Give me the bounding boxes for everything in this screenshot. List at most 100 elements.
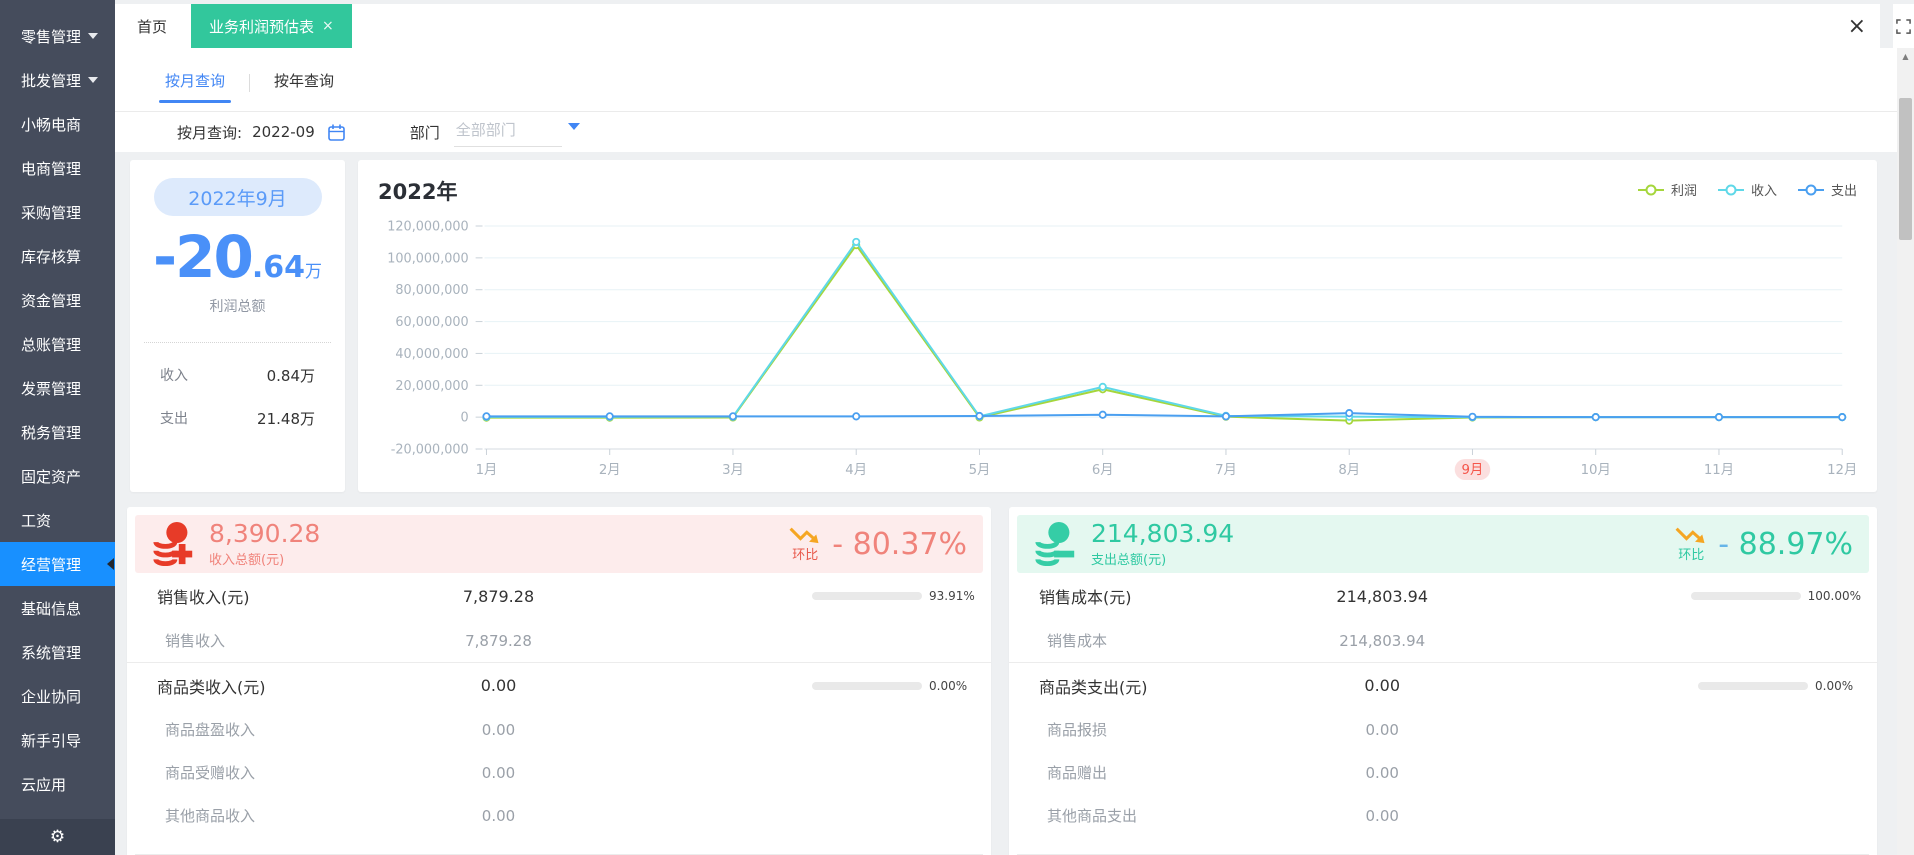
table-row[interactable]: 其他商品支出 0.00 [1009, 794, 1877, 837]
sidebar-item-business-management[interactable]: 经营管理 [0, 542, 115, 586]
tab-close-icon[interactable]: × [322, 19, 334, 33]
row-label: 商品受赠收入 [165, 764, 256, 782]
table-row[interactable]: 商品类支出(元) 0.00 0.00% [1009, 662, 1877, 708]
row-value: 0.00 [1365, 806, 1399, 825]
svg-text:20,000,000: 20,000,000 [395, 379, 468, 394]
sidebar-item-funds[interactable]: 资金管理 [0, 278, 115, 322]
expense-ratio-icon-col: 环比 [1672, 526, 1710, 563]
expense-panel: 214,803.94 支出总额(元) 环比 - 88.97% 销售成本(元) 2… [1009, 507, 1877, 855]
sidebar-item-ecommerce[interactable]: 电商管理 [0, 146, 115, 190]
legend-item-expense[interactable]: 支出 [1797, 180, 1857, 199]
expense-header-texts: 214,803.94 支出总额(元) [1091, 520, 1234, 568]
sidebar-item-beginner-guide[interactable]: 新手引导 [0, 718, 115, 762]
sidebar-item-inventory[interactable]: 库存核算 [0, 234, 115, 278]
vertical-scrollbar[interactable]: ▲ [1897, 48, 1914, 855]
sidebar-item-label: 资金管理 [21, 291, 82, 310]
legend-marker-icon [1797, 184, 1824, 195]
sidebar-item-label: 采购管理 [21, 203, 82, 222]
tab-profit-forecast[interactable]: 业务利润预估表 × [191, 4, 352, 48]
month-picker-value[interactable]: 2022-09 [252, 123, 315, 141]
svg-text:11月: 11月 [1704, 463, 1734, 478]
ratio-number: 88.97% [1738, 526, 1853, 562]
tab-home[interactable]: 首页 [115, 4, 191, 48]
department-label: 部门 [409, 123, 440, 142]
ratio-number: 80.37% [852, 526, 967, 562]
sidebar-item-general-ledger[interactable]: 总账管理 [0, 322, 115, 366]
tab-home-label: 首页 [137, 17, 168, 36]
row-label: 商品盘盈收入 [165, 721, 256, 739]
fullscreen-button[interactable] [1893, 4, 1914, 48]
legend-item-profit[interactable]: 利润 [1637, 180, 1697, 199]
sidebar-item-enterprise-collab[interactable]: 企业协同 [0, 674, 115, 718]
chart-legend: 利润 收入 支出 [1637, 180, 1857, 199]
caret-down-icon [88, 77, 99, 83]
calendar-icon[interactable] [327, 123, 346, 142]
sidebar-item-payroll[interactable]: 工资 [0, 498, 115, 542]
expense-panel-header: 214,803.94 支出总额(元) 环比 - 88.97% [1017, 515, 1869, 573]
svg-text:40,000,000: 40,000,000 [395, 347, 468, 362]
row-value: 0.00 [1364, 676, 1401, 695]
sidebar-item-retail[interactable]: 零售管理 [0, 14, 115, 58]
sidebar-item-basic-info[interactable]: 基础信息 [0, 586, 115, 630]
table-row[interactable]: 销售收入 7,879.28 [127, 619, 991, 662]
sidebar-item-tax[interactable]: 税务管理 [0, 410, 115, 454]
sidebar-item-invoice[interactable]: 发票管理 [0, 366, 115, 410]
settings-bar[interactable]: ⚙ [0, 819, 115, 855]
sidebar-item-label: 发票管理 [21, 379, 82, 398]
income-total-value: 8,390.28 [209, 519, 321, 549]
table-row[interactable]: 商品赠出 0.00 [1009, 751, 1877, 794]
progress-percent: 93.91% [929, 589, 975, 603]
sidebar-item-label: 系统管理 [21, 643, 82, 662]
sidebar-item-label: 固定资产 [21, 467, 82, 486]
sidebar: 零售管理 批发管理 小畅电商 电商管理 采购管理 库存核算 资金管理 总账管理 … [0, 0, 115, 855]
legend-label: 收入 [1750, 184, 1777, 199]
svg-text:5月: 5月 [969, 463, 991, 478]
tab-yearly-query[interactable]: 按年查询 [272, 70, 336, 105]
row-value: 214,803.94 [1339, 631, 1426, 650]
table-row[interactable]: 销售收入(元) 7,879.28 93.91% [127, 573, 991, 619]
table-row[interactable]: 销售成本(元) 214,803.94 100.00% [1009, 573, 1877, 619]
query-panel: 按月查询 按年查询 按月查询: 2022-09 部门 全部部门 [115, 48, 1897, 152]
row-label: 销售成本(元) [1039, 588, 1132, 607]
sidebar-item-label: 总账管理 [21, 335, 82, 354]
table-row[interactable]: 商品类收入(元) 0.00 0.00% [127, 662, 991, 708]
progress-track [1698, 681, 1808, 690]
income-ratio-icon-col: 环比 [786, 526, 824, 563]
legend-item-income[interactable]: 收入 [1717, 180, 1777, 199]
tab-monthly-label: 按月查询 [165, 72, 226, 90]
table-row[interactable]: 销售成本 214,803.94 [1009, 619, 1877, 662]
table-row[interactable]: 其他商品收入 0.00 [127, 794, 991, 837]
summary-expense-row: 支出 21.48万 [130, 408, 345, 429]
department-select[interactable]: 全部部门 [453, 117, 580, 147]
table-row[interactable]: 商品受赠收入 0.00 [127, 751, 991, 794]
sidebar-item-cloud-apps[interactable]: 云应用 [0, 762, 115, 806]
row-value: 0.00 [481, 720, 516, 739]
sidebar-item-system[interactable]: 系统管理 [0, 630, 115, 674]
svg-text:120,000,000: 120,000,000 [387, 219, 468, 234]
tab-monthly-query[interactable]: 按月查询 [158, 70, 232, 105]
profit-caption: 利润总额 [209, 298, 266, 315]
scrollbar-thumb[interactable] [1899, 98, 1912, 240]
sidebar-item-xiaochang-ecommerce[interactable]: 小畅电商 [0, 102, 115, 146]
sidebar-item-label: 电商管理 [21, 159, 82, 178]
income-total-label: 收入总额(元) [209, 552, 285, 568]
period-badge: 2022年9月 [153, 178, 322, 216]
scroll-up-icon[interactable]: ▲ [1897, 48, 1914, 64]
income-coins-icon [153, 521, 193, 567]
tab-bar: 首页 业务利润预估表 × × [115, 4, 1880, 48]
row-value: 7,879.28 [462, 586, 535, 606]
svg-text:3月: 3月 [722, 463, 744, 478]
legend-marker-icon [1637, 184, 1664, 195]
table-row[interactable]: 商品报损 0.00 [1009, 708, 1877, 751]
sidebar-item-purchasing[interactable]: 采购管理 [0, 190, 115, 234]
sidebar-item-wholesale[interactable]: 批发管理 [0, 58, 115, 102]
table-row[interactable]: 商品盘盈收入 0.00 [127, 708, 991, 751]
close-icon[interactable]: × [1834, 4, 1880, 48]
row-label: 商品类支出(元) [1039, 677, 1148, 697]
sidebar-item-fixed-assets[interactable]: 固定资产 [0, 454, 115, 498]
sidebar-item-label: 小畅电商 [21, 115, 82, 134]
legend-label: 支出 [1830, 184, 1857, 199]
svg-text:12月: 12月 [1827, 463, 1857, 478]
expense-total-value: 214,803.94 [1091, 519, 1235, 549]
subtab-divider [249, 73, 251, 92]
